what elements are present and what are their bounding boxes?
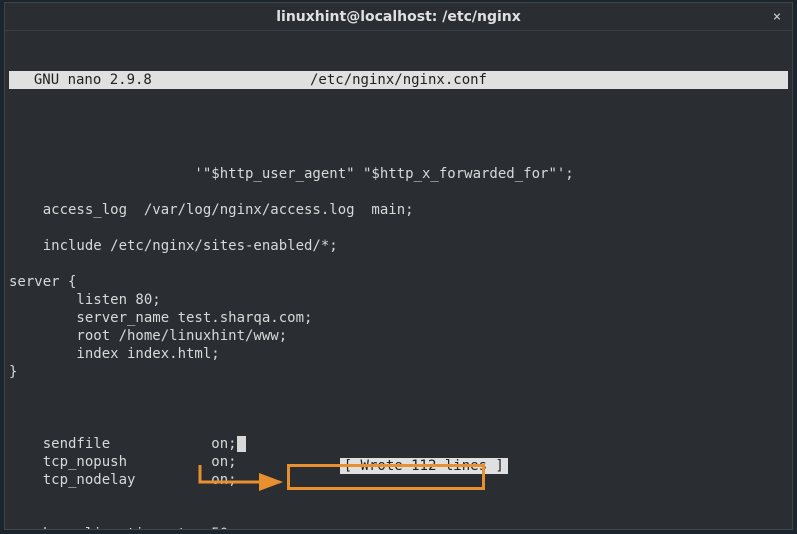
editor-line: } (9, 363, 788, 381)
editor-line (9, 147, 788, 165)
nano-status-message: [ Wrote 112 lines ] (340, 458, 508, 474)
editor-line: listen 80; (9, 291, 788, 309)
editor-line (9, 255, 788, 273)
close-icon[interactable]: × (770, 10, 784, 24)
nano-header: GNU nano 2.9.8 /etc/nginx/nginx.conf (9, 71, 788, 89)
editor-line: index index.html; (9, 345, 788, 363)
window-title: linuxhint@localhost: /etc/nginx (276, 9, 521, 25)
editor-line (9, 183, 788, 201)
terminal-body[interactable]: GNU nano 2.9.8 /etc/nginx/nginx.conf '"$… (5, 31, 792, 529)
editor-line (9, 219, 788, 237)
editor-line (9, 381, 788, 399)
editor-line: root /home/linuxhint/www; (9, 327, 788, 345)
nano-status-line: [ Wrote 112 lines ] (5, 439, 792, 493)
editor-line: '"$http_user_agent" "$http_x_forwarded_f… (9, 165, 788, 183)
nano-shortcut-bar: ^GGet Help^OWrite Out^WWhere Is^KCut Tex… (9, 493, 788, 529)
editor-line (9, 417, 788, 435)
terminal-window: linuxhint@localhost: /etc/nginx × GNU na… (4, 2, 793, 530)
editor-line: server_name test.sharqa.com; (9, 309, 788, 327)
nano-version: GNU nano 2.9.8 (9, 71, 152, 89)
window-titlebar: linuxhint@localhost: /etc/nginx × (5, 3, 792, 31)
editor-line: access_log /var/log/nginx/access.log mai… (9, 201, 788, 219)
editor-line: include /etc/nginx/sites-enabled/*; (9, 237, 788, 255)
editor-line: server { (9, 273, 788, 291)
editor-line (9, 399, 788, 417)
